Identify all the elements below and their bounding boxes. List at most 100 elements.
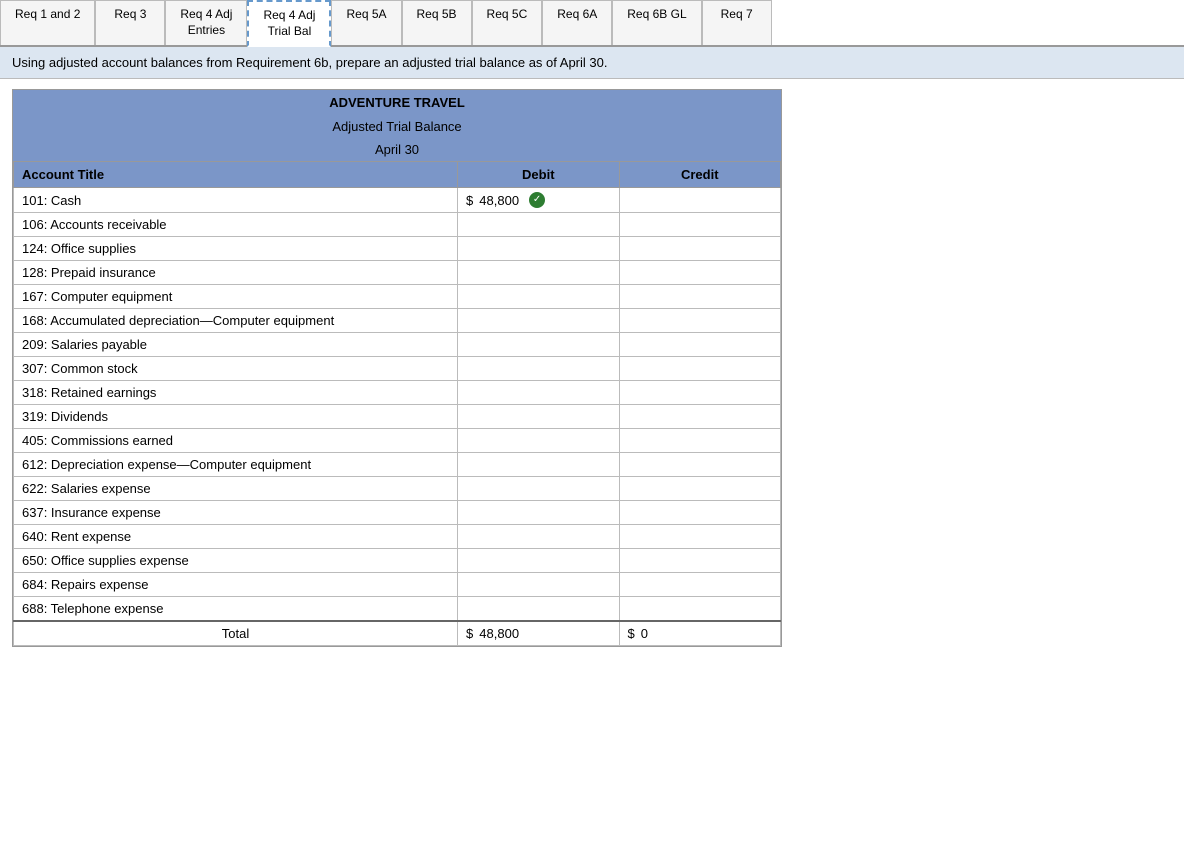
account-cell: 209: Salaries payable xyxy=(14,333,458,357)
tab-req6a[interactable]: Req 6A xyxy=(542,0,612,45)
table-row: 124: Office supplies xyxy=(14,237,781,261)
tab-req1and2[interactable]: Req 1 and 2 xyxy=(0,0,95,45)
report-title-header: Adjusted Trial Balance xyxy=(13,115,781,138)
credit-cell xyxy=(619,188,780,213)
account-cell: 128: Prepaid insurance xyxy=(14,261,458,285)
debit-cell xyxy=(458,261,619,285)
table-row: 106: Accounts receivable xyxy=(14,213,781,237)
account-cell: 307: Common stock xyxy=(14,357,458,381)
credit-cell xyxy=(619,573,780,597)
instruction-text: Using adjusted account balances from Req… xyxy=(12,55,607,70)
table-row: 128: Prepaid insurance xyxy=(14,261,781,285)
tab-req5c[interactable]: Req 5C xyxy=(472,0,543,45)
table-row: 318: Retained earnings xyxy=(14,381,781,405)
total-credit-amount: 0 xyxy=(641,626,648,641)
table-row: 650: Office supplies expense xyxy=(14,549,781,573)
debit-cell xyxy=(458,405,619,429)
table-row: 168: Accumulated depreciation—Computer e… xyxy=(14,309,781,333)
table-row: 405: Commissions earned xyxy=(14,429,781,453)
debit-cell xyxy=(458,429,619,453)
debit-cell xyxy=(458,333,619,357)
check-icon: ✓ xyxy=(529,192,545,208)
debit-cell xyxy=(458,549,619,573)
account-cell: 106: Accounts receivable xyxy=(14,213,458,237)
credit-cell xyxy=(619,429,780,453)
table-row: 640: Rent expense xyxy=(14,525,781,549)
main-content: ADVENTURE TRAVEL Adjusted Trial Balance … xyxy=(0,89,1184,647)
credit-cell xyxy=(619,261,780,285)
total-label: Total xyxy=(14,621,458,646)
debit-cell[interactable]: $48,800 ✓ xyxy=(458,188,619,213)
account-cell: 637: Insurance expense xyxy=(14,501,458,525)
col-debit-header: Debit xyxy=(458,162,619,188)
debit-cell xyxy=(458,573,619,597)
debit-cell xyxy=(458,453,619,477)
table-row: 684: Repairs expense xyxy=(14,573,781,597)
account-cell: 612: Depreciation expense—Computer equip… xyxy=(14,453,458,477)
credit-cell xyxy=(619,285,780,309)
debit-amount: 48,800 xyxy=(479,193,519,208)
col-account-header: Account Title xyxy=(14,162,458,188)
tab-req7[interactable]: Req 7 xyxy=(702,0,772,45)
account-cell: 405: Commissions earned xyxy=(14,429,458,453)
table-row: 688: Telephone expense xyxy=(14,597,781,622)
tab-req5b[interactable]: Req 5B xyxy=(402,0,472,45)
instruction-bar: Using adjusted account balances from Req… xyxy=(0,47,1184,79)
debit-cell xyxy=(458,501,619,525)
report-date: April 30 xyxy=(375,142,419,157)
tab-req6bgl[interactable]: Req 6B GL xyxy=(612,0,701,45)
account-cell: 168: Accumulated depreciation—Computer e… xyxy=(14,309,458,333)
account-cell: 684: Repairs expense xyxy=(14,573,458,597)
credit-cell xyxy=(619,525,780,549)
credit-cell xyxy=(619,357,780,381)
debit-cell xyxy=(458,381,619,405)
credit-cell xyxy=(619,237,780,261)
account-cell: 101: Cash xyxy=(14,188,458,213)
account-cell: 622: Salaries expense xyxy=(14,477,458,501)
table-row: 612: Depreciation expense—Computer equip… xyxy=(14,453,781,477)
table-row: 637: Insurance expense xyxy=(14,501,781,525)
account-cell: 167: Computer equipment xyxy=(14,285,458,309)
report-date-header: April 30 xyxy=(13,138,781,161)
debit-dollar-sign: $ xyxy=(466,193,473,208)
trial-balance-table-container: ADVENTURE TRAVEL Adjusted Trial Balance … xyxy=(12,89,782,647)
credit-cell xyxy=(619,477,780,501)
company-name-header: ADVENTURE TRAVEL xyxy=(13,90,781,115)
debit-cell xyxy=(458,237,619,261)
table-row: 319: Dividends xyxy=(14,405,781,429)
table-row: 622: Salaries expense xyxy=(14,477,781,501)
account-cell: 650: Office supplies expense xyxy=(14,549,458,573)
account-cell: 124: Office supplies xyxy=(14,237,458,261)
debit-cell xyxy=(458,477,619,501)
credit-cell xyxy=(619,453,780,477)
account-cell: 640: Rent expense xyxy=(14,525,458,549)
tab-req5a[interactable]: Req 5A xyxy=(331,0,401,45)
total-credit-dollar: $ xyxy=(628,626,635,641)
credit-cell xyxy=(619,381,780,405)
account-cell: 688: Telephone expense xyxy=(14,597,458,622)
debit-cell xyxy=(458,525,619,549)
report-title: Adjusted Trial Balance xyxy=(332,119,461,134)
credit-cell xyxy=(619,597,780,622)
table-row: 167: Computer equipment xyxy=(14,285,781,309)
total-debit-dollar: $ xyxy=(466,626,473,641)
credit-cell xyxy=(619,501,780,525)
credit-cell xyxy=(619,405,780,429)
debit-cell xyxy=(458,597,619,622)
account-cell: 318: Retained earnings xyxy=(14,381,458,405)
data-table: Account Title Debit Credit 101: Cash$48,… xyxy=(13,161,781,646)
credit-cell xyxy=(619,213,780,237)
credit-cell xyxy=(619,309,780,333)
total-credit-cell: $0 xyxy=(619,621,780,646)
debit-cell xyxy=(458,285,619,309)
account-cell: 319: Dividends xyxy=(14,405,458,429)
debit-cell xyxy=(458,357,619,381)
tab-req3[interactable]: Req 3 xyxy=(95,0,165,45)
tab-req4adjtribal[interactable]: Req 4 AdjTrial Bal xyxy=(247,0,331,47)
total-debit-cell: $48,800 xyxy=(458,621,619,646)
tab-bar: Req 1 and 2 Req 3 Req 4 AdjEntries Req 4… xyxy=(0,0,1184,47)
col-credit-header: Credit xyxy=(619,162,780,188)
tab-req4adjentries[interactable]: Req 4 AdjEntries xyxy=(165,0,247,45)
table-row: 209: Salaries payable xyxy=(14,333,781,357)
table-row: 101: Cash $48,800 ✓ xyxy=(14,188,781,213)
